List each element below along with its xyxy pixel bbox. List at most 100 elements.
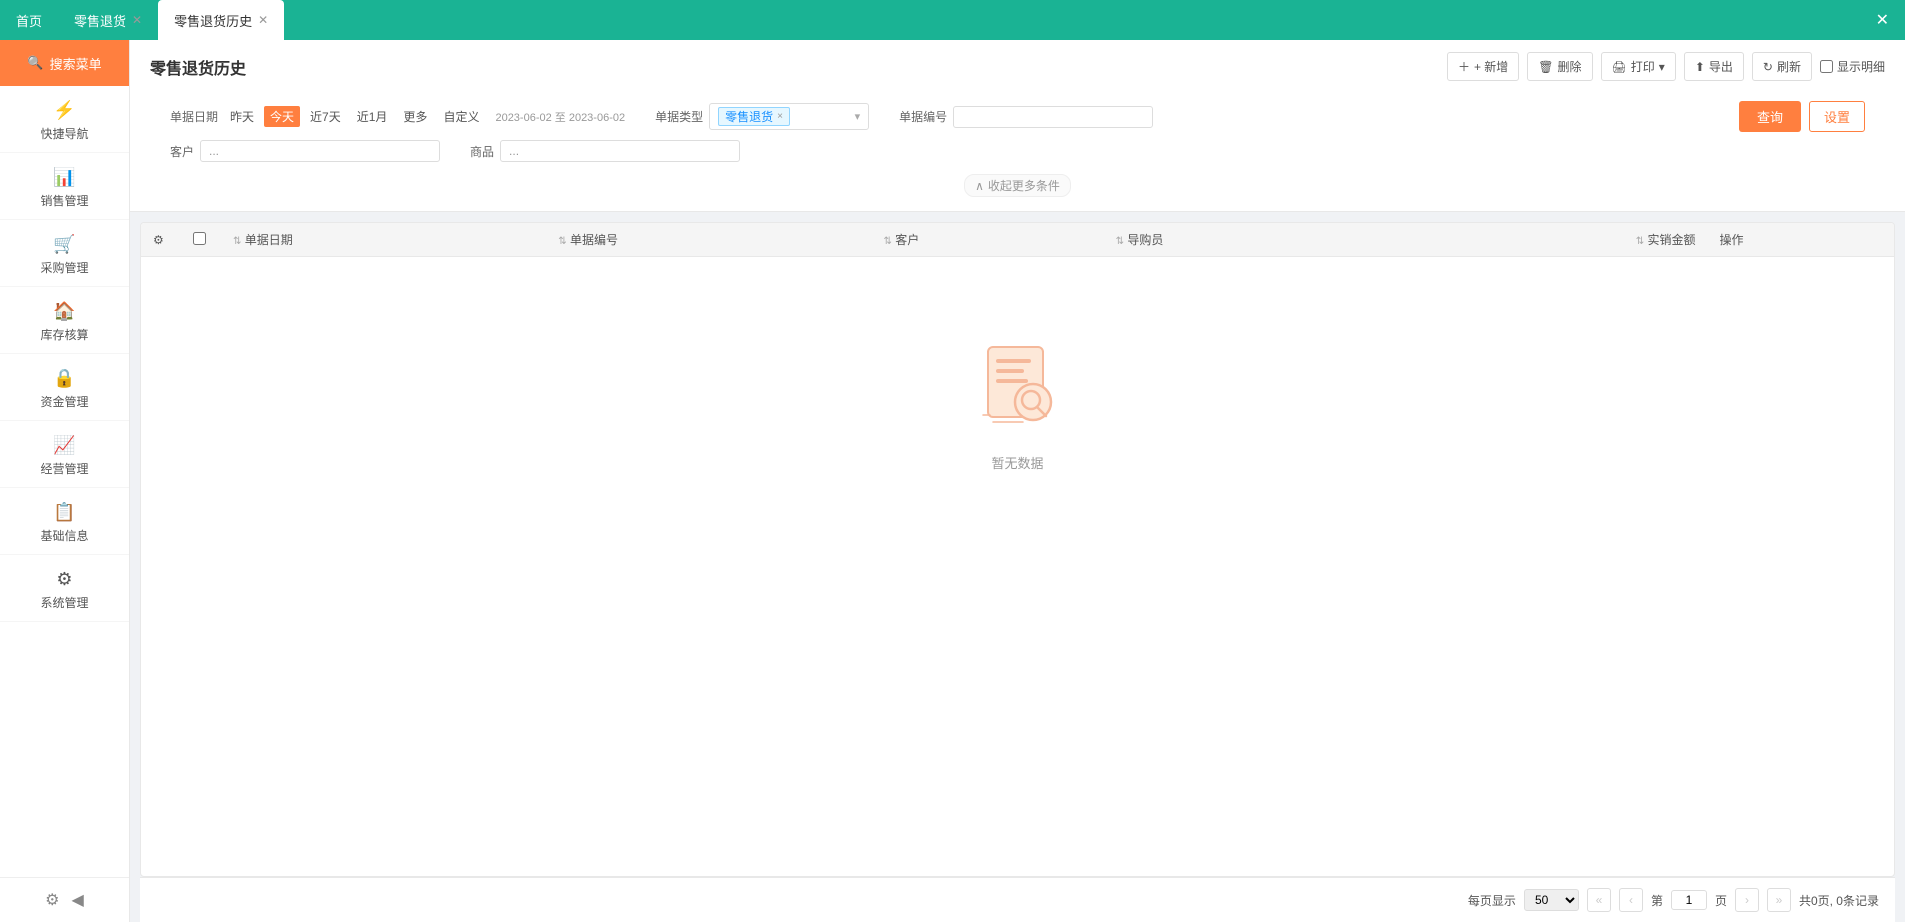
page-header: 零售退货历史 ＋ + 新增 🗑 删除 🖨 打印 ▾ — [130, 40, 1905, 212]
collapse-up-icon: ∧ — [975, 179, 984, 193]
filter-area: 单据日期 昨天 今天 近7天 近1月 更多 自定义 2023-06-02 至 2… — [150, 91, 1885, 211]
page-input[interactable] — [1671, 890, 1707, 910]
show-detail-label: 显示明细 — [1837, 58, 1885, 75]
query-button[interactable]: 查询 — [1739, 101, 1801, 132]
toolbar: ＋ + 新增 🗑 删除 🖨 打印 ▾ ⬆ 导出 — [1447, 52, 1885, 81]
goods-label: 商品 — [470, 143, 494, 160]
new-label: + 新增 — [1474, 58, 1508, 75]
new-button[interactable]: ＋ + 新增 — [1447, 52, 1519, 81]
th-guide[interactable]: ⇅ 导购员 — [1104, 223, 1383, 257]
sidebar-item-inventory[interactable]: 🏠 库存核算 — [0, 287, 129, 354]
sidebar-item-system-label: 系统管理 — [40, 594, 88, 611]
doc-type-select[interactable]: 零售退货 × ▾ — [709, 103, 869, 130]
window-close-button[interactable]: ✕ — [1876, 10, 1905, 30]
th-doc-no-label: 单据编号 — [570, 233, 618, 247]
tab-retail-return-history-close[interactable]: ✕ — [258, 13, 268, 27]
sidebar-item-finance-label: 资金管理 — [40, 393, 88, 410]
refresh-label: 刷新 — [1777, 58, 1801, 75]
print-label: 打印 — [1631, 58, 1655, 75]
print-button[interactable]: 🖨 打印 ▾ — [1601, 52, 1676, 81]
doc-type-label: 单据类型 — [655, 108, 703, 125]
prev-page-button[interactable]: ‹ — [1619, 888, 1643, 912]
date-btn-custom[interactable]: 自定义 — [437, 106, 485, 127]
th-action: 操作 — [1708, 223, 1895, 257]
date-btn-more[interactable]: 更多 — [397, 106, 433, 127]
goods-filter-group: 商品 ... — [470, 140, 740, 162]
th-doc-date-label: 单据日期 — [245, 233, 293, 247]
export-icon: ⬆ — [1695, 60, 1705, 74]
print-icon: 🖨 — [1612, 60, 1627, 74]
app-layout: 🔍 搜索菜单 ⚡ 快捷导航 📊 销售管理 🛒 采购管理 🏠 库存核算 🔒 资金管… — [0, 40, 1905, 922]
th-settings[interactable]: ⚙ — [141, 223, 181, 257]
date-range: 2023-06-02 至 2023-06-02 — [495, 109, 625, 125]
th-checkbox[interactable] — [181, 223, 221, 257]
purchase-icon: 🛒 — [53, 234, 75, 255]
refresh-button[interactable]: ↻ 刷新 — [1752, 52, 1812, 81]
sales-icon: 📊 — [53, 167, 75, 188]
collapse-bar: ∧ 收起更多条件 — [170, 170, 1865, 205]
customer-select[interactable]: ... — [200, 140, 440, 162]
sidebar-item-purchase-label: 采购管理 — [40, 259, 88, 276]
show-detail-input[interactable] — [1820, 60, 1833, 73]
th-customer[interactable]: ⇅ 客户 — [872, 223, 1104, 257]
data-table: ⚙ ⇅ 单据日期 ⇅ 单据编号 — [141, 223, 1894, 552]
th-doc-no[interactable]: ⇅ 单据编号 — [546, 223, 871, 257]
date-filter-label: 单据日期 — [170, 108, 218, 125]
page-header-top: 零售退货历史 ＋ + 新增 🗑 删除 🖨 打印 ▾ — [150, 52, 1885, 91]
page-unit: 页 — [1715, 892, 1727, 909]
date-btn-last7days[interactable]: 近7天 — [304, 106, 347, 127]
tab-retail-return-history-label: 零售退货历史 — [174, 11, 252, 30]
empty-state-cell: 暂无数据 — [141, 257, 1894, 553]
tab-home[interactable]: 首页 — [0, 0, 58, 40]
sidebar: 🔍 搜索菜单 ⚡ 快捷导航 📊 销售管理 🛒 采购管理 🏠 库存核算 🔒 资金管… — [0, 40, 130, 922]
sidebar-item-operations[interactable]: 📈 经营管理 — [0, 421, 129, 488]
operations-icon: 📈 — [53, 435, 75, 456]
tab-retail-return-history[interactable]: 零售退货历史 ✕ — [158, 0, 284, 40]
settings-button[interactable]: 设置 — [1809, 101, 1865, 132]
next-page-button[interactable]: › — [1735, 888, 1759, 912]
th-amount[interactable]: ⇅ 实销金额 — [1382, 223, 1707, 257]
settings-bottom-icon[interactable]: ⚙ — [45, 890, 59, 910]
search-icon: 🔍 — [27, 55, 43, 71]
collapse-button[interactable]: ∧ 收起更多条件 — [964, 174, 1071, 197]
date-btn-today[interactable]: 今天 — [264, 106, 300, 127]
th-amount-label: 实销金额 — [1647, 233, 1695, 247]
export-button[interactable]: ⬆ 导出 — [1684, 52, 1744, 81]
sidebar-search[interactable]: 🔍 搜索菜单 — [0, 40, 129, 86]
sidebar-item-quick-nav[interactable]: ⚡ 快捷导航 — [0, 86, 129, 153]
doc-no-input[interactable] — [953, 106, 1153, 128]
table-container: ⚙ ⇅ 单据日期 ⇅ 单据编号 — [140, 222, 1895, 877]
sidebar-item-sales-mgmt[interactable]: 📊 销售管理 — [0, 153, 129, 220]
page-size-select[interactable]: 50 10 20 100 — [1524, 889, 1579, 911]
tab-retail-return-close[interactable]: ✕ — [132, 13, 142, 27]
doc-type-tag-close[interactable]: × — [777, 111, 783, 122]
tab-home-label: 首页 — [16, 11, 42, 30]
last-page-button[interactable]: » — [1767, 888, 1791, 912]
sidebar-item-system-mgmt[interactable]: ⚙ 系统管理 — [0, 555, 129, 622]
new-icon: ＋ — [1458, 58, 1470, 75]
sidebar-item-operations-label: 经营管理 — [40, 460, 88, 477]
delete-button[interactable]: 🗑 删除 — [1527, 52, 1592, 81]
collapse-sidebar-icon[interactable]: ◀ — [72, 890, 84, 910]
tab-retail-return[interactable]: 零售退货 ✕ — [58, 0, 158, 40]
pagination-bar: 每页显示 50 10 20 100 « ‹ 第 页 › » 共0页, 0条记录 — [140, 877, 1895, 922]
doc-type-filter-group: 单据类型 零售退货 × ▾ — [655, 103, 869, 130]
date-btn-last1month[interactable]: 近1月 — [351, 106, 394, 127]
date-btn-yesterday[interactable]: 昨天 — [224, 106, 260, 127]
select-all-checkbox[interactable] — [193, 232, 206, 245]
goods-placeholder: ... — [509, 144, 519, 158]
first-page-button[interactable]: « — [1587, 888, 1611, 912]
th-doc-date[interactable]: ⇅ 单据日期 — [221, 223, 546, 257]
sidebar-item-sales-label: 销售管理 — [40, 192, 88, 209]
sidebar-item-purchase-mgmt[interactable]: 🛒 采购管理 — [0, 220, 129, 287]
sort-icon-amount: ⇅ — [1636, 236, 1644, 247]
inventory-icon: 🏠 — [53, 301, 75, 322]
goods-select[interactable]: ... — [500, 140, 740, 162]
sidebar-item-basic-info[interactable]: 📋 基础信息 — [0, 488, 129, 555]
sidebar-item-finance[interactable]: 🔒 资金管理 — [0, 354, 129, 421]
sort-icon-guide: ⇅ — [1116, 236, 1124, 247]
main-content: 零售退货历史 ＋ + 新增 🗑 删除 🖨 打印 ▾ — [130, 40, 1905, 922]
sidebar-item-inventory-label: 库存核算 — [40, 326, 88, 343]
show-detail-checkbox[interactable]: 显示明细 — [1820, 58, 1885, 75]
doc-type-dropdown-icon: ▾ — [855, 110, 861, 123]
